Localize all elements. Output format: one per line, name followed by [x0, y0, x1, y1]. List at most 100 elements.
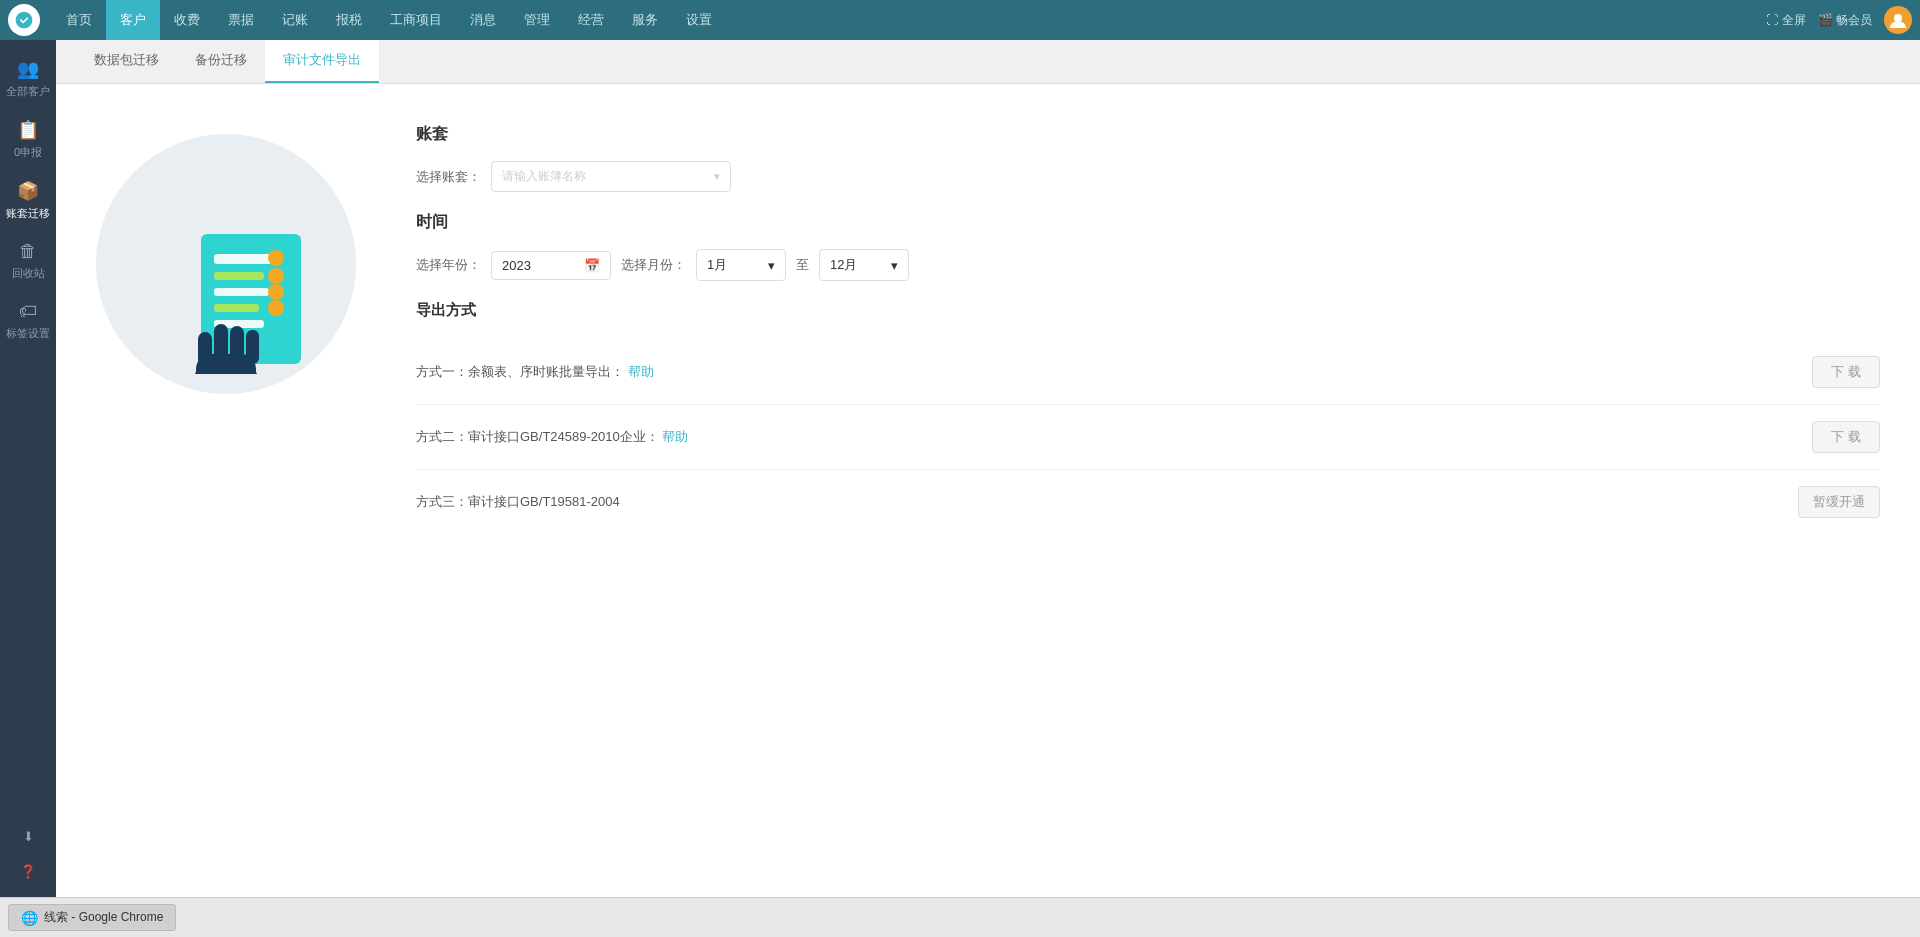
sidebar-label-recycle-bin: 回收站: [12, 266, 45, 281]
top-nav-right: ⛶ 全屏 🎬 畅会员: [1766, 6, 1912, 34]
export-section: 导出方式 方式一：余额表、序时账批量导出： 帮助 下 载 方式二：审计接口GB/…: [416, 301, 1880, 534]
top-navigation: 首页 客户 收费 票据 记账 报税 工商项目 消息 管理 经营 服务 设置 ⛶ …: [0, 0, 1920, 40]
month-label: 选择月份：: [621, 256, 686, 274]
sidebar-item-zero-declaration[interactable]: 📋 0申报: [0, 109, 56, 170]
svg-point-9: [268, 284, 284, 300]
svg-rect-15: [230, 326, 244, 364]
nav-management[interactable]: 管理: [510, 0, 564, 40]
time-form-row: 选择年份： 2023 📅 选择月份： 1月 ▾ 至 12月 ▾: [416, 249, 1880, 281]
form-area: 账套 选择账套： 请输入账簿名称 ▾ 时间 选择年份： 2023 📅: [416, 114, 1880, 867]
account-form-row: 选择账套： 请输入账簿名称 ▾: [416, 161, 1880, 192]
sidebar-item-all-customers[interactable]: 👥 全部客户: [0, 48, 56, 109]
chrome-icon: 🌐: [21, 910, 38, 926]
export-method-2: 方式二：审计接口GB/T24589-2010企业： 帮助 下 载: [416, 405, 1880, 470]
year-label: 选择年份：: [416, 256, 481, 274]
svg-point-10: [268, 300, 284, 316]
svg-rect-14: [214, 324, 228, 364]
month-start-value: 1月: [707, 256, 727, 274]
sidebar-label-tag-settings: 标签设置: [6, 326, 50, 341]
sidebar-bottom: ⬇ ❓: [14, 823, 42, 897]
sidebar-download-button[interactable]: ⬇: [17, 823, 40, 850]
method-2-download-button[interactable]: 下 载: [1812, 421, 1880, 453]
time-section-title: 时间: [416, 212, 1880, 233]
all-customers-icon: 👥: [17, 58, 39, 80]
nav-menu: 首页 客户 收费 票据 记账 报税 工商项目 消息 管理 经营 服务 设置: [52, 0, 1766, 40]
main-layout: 👥 全部客户 📋 0申报 📦 账套迁移 🗑 回收站 🏷 标签设置 ⬇ ❓ 数据包…: [0, 40, 1920, 897]
year-value: 2023: [502, 258, 531, 273]
left-sidebar: 👥 全部客户 📋 0申报 📦 账套迁移 🗑 回收站 🏷 标签设置 ⬇ ❓: [0, 40, 56, 897]
method-2-help-link[interactable]: 帮助: [662, 429, 688, 444]
svg-rect-2: [214, 254, 274, 264]
user-avatar[interactable]: [1884, 6, 1912, 34]
account-select[interactable]: 请输入账簿名称 ▾: [491, 161, 731, 192]
sidebar-label-zero-declaration: 0申报: [14, 145, 42, 160]
tag-settings-icon: 🏷: [19, 301, 37, 322]
method-1-text: 方式一：余额表、序时账批量导出： 帮助: [416, 363, 654, 381]
month-end-value: 12月: [830, 256, 857, 274]
fullscreen-button[interactable]: ⛶ 全屏: [1766, 12, 1805, 29]
calendar-icon: 📅: [584, 258, 600, 273]
month-end-select[interactable]: 12月 ▾: [819, 249, 909, 281]
method-1-help-link[interactable]: 帮助: [628, 364, 654, 379]
year-input[interactable]: 2023 📅: [491, 251, 611, 280]
tab-data-migration[interactable]: 数据包迁移: [76, 40, 177, 83]
method-3-coming-soon-button[interactable]: 暂缓开通: [1798, 486, 1880, 518]
chevron-down-icon-3: ▾: [891, 258, 898, 273]
export-method-1: 方式一：余额表、序时账批量导出： 帮助 下 载: [416, 340, 1880, 405]
member-button[interactable]: 🎬 畅会员: [1818, 12, 1872, 29]
sidebar-item-tag-settings[interactable]: 🏷 标签设置: [0, 291, 56, 351]
account-placeholder: 请输入账簿名称: [502, 168, 586, 185]
month-start-select[interactable]: 1月 ▾: [696, 249, 786, 281]
to-label: 至: [796, 256, 809, 274]
taskbar-chrome-item[interactable]: 🌐 线索 - Google Chrome: [8, 904, 176, 931]
nav-invoices[interactable]: 票据: [214, 0, 268, 40]
tab-bar: 数据包迁移 备份迁移 审计文件导出: [56, 40, 1920, 84]
sidebar-item-recycle-bin[interactable]: 🗑 回收站: [0, 231, 56, 291]
account-section-title: 账套: [416, 124, 1880, 145]
method-1-label: 方式一：余额表、序时账批量导出：: [416, 364, 624, 379]
page-content: 账套 选择账套： 请输入账簿名称 ▾ 时间 选择年份： 2023 📅: [56, 84, 1920, 897]
export-method-3: 方式三：审计接口GB/T19581-2004 暂缓开通: [416, 470, 1880, 534]
account-migration-icon: 📦: [17, 180, 39, 202]
content-area: 数据包迁移 备份迁移 审计文件导出: [56, 40, 1920, 897]
tab-backup-migration[interactable]: 备份迁移: [177, 40, 265, 83]
account-label: 选择账套：: [416, 168, 481, 186]
nav-settings[interactable]: 设置: [672, 0, 726, 40]
taskbar-item-label: 线索 - Google Chrome: [44, 909, 163, 926]
chevron-down-icon: ▾: [714, 170, 720, 183]
svg-rect-3: [214, 272, 264, 280]
nav-business[interactable]: 工商项目: [376, 0, 456, 40]
nav-tax[interactable]: 报税: [322, 0, 376, 40]
illustration-circle: [96, 134, 356, 394]
tab-audit-export[interactable]: 审计文件导出: [265, 40, 379, 83]
sidebar-label-account-migration: 账套迁移: [6, 206, 50, 221]
nav-bookkeeping[interactable]: 记账: [268, 0, 322, 40]
nav-services[interactable]: 服务: [618, 0, 672, 40]
svg-point-0: [1894, 14, 1902, 22]
nav-billing[interactable]: 收费: [160, 0, 214, 40]
app-logo: [8, 4, 40, 36]
nav-customers[interactable]: 客户: [106, 0, 160, 40]
recycle-bin-icon: 🗑: [19, 241, 37, 262]
nav-messages[interactable]: 消息: [456, 0, 510, 40]
svg-rect-4: [214, 288, 269, 296]
chevron-down-icon-2: ▾: [768, 258, 775, 273]
illustration-area: [96, 114, 356, 867]
nav-home[interactable]: 首页: [52, 0, 106, 40]
illustration-svg: [126, 154, 326, 374]
svg-point-7: [268, 250, 284, 266]
method-1-download-button[interactable]: 下 载: [1812, 356, 1880, 388]
zero-declaration-icon: 📋: [17, 119, 39, 141]
sidebar-help-button[interactable]: ❓: [14, 858, 42, 885]
svg-rect-16: [246, 330, 259, 364]
sidebar-label-all-customers: 全部客户: [6, 84, 50, 99]
export-section-title: 导出方式: [416, 301, 1880, 320]
sidebar-item-account-migration[interactable]: 📦 账套迁移: [0, 170, 56, 231]
taskbar: 🌐 线索 - Google Chrome: [0, 897, 1920, 937]
svg-rect-13: [198, 332, 212, 367]
method-2-label: 方式二：审计接口GB/T24589-2010企业：: [416, 429, 659, 444]
nav-operations[interactable]: 经营: [564, 0, 618, 40]
method-3-label: 方式三：审计接口GB/T19581-2004: [416, 494, 620, 509]
svg-rect-5: [214, 304, 259, 312]
method-3-text: 方式三：审计接口GB/T19581-2004: [416, 493, 620, 511]
